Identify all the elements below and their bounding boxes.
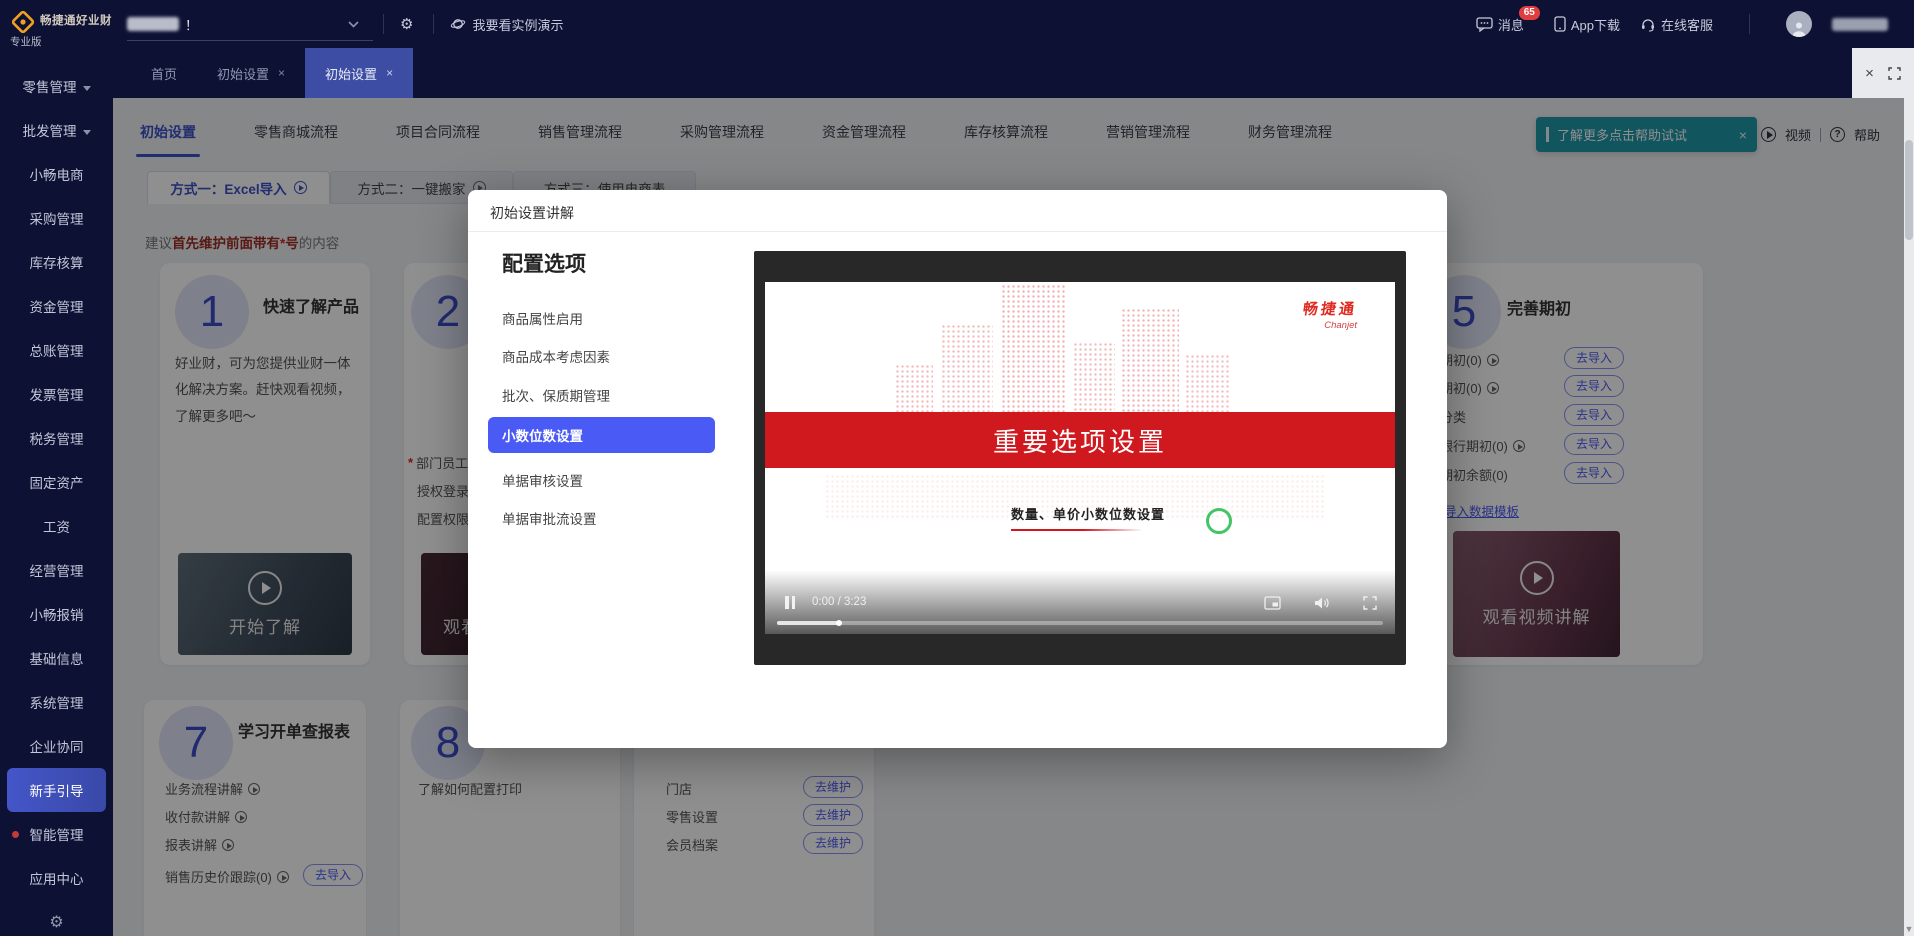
- video-time: 0:00 / 3:23: [812, 596, 867, 608]
- sidebar-item-ecommerce[interactable]: 小畅电商: [0, 152, 113, 196]
- option-batch-shelf-life[interactable]: 批次、保质期管理: [502, 385, 610, 405]
- brand-logo: 畅捷通好业财 专业版: [0, 0, 113, 56]
- greeting-suffix: ！: [185, 17, 199, 33]
- phone-icon: [1554, 16, 1566, 32]
- chevron-down-icon[interactable]: [348, 15, 359, 33]
- option-decimal-places-active[interactable]: 小数位数设置: [488, 417, 715, 453]
- sidebar-item-wholesale[interactable]: 批发管理: [0, 108, 113, 152]
- skyline-pattern: [941, 324, 993, 412]
- options-section-title: 配置选项: [502, 253, 586, 276]
- sidebar-item-invoice[interactable]: 发票管理: [0, 372, 113, 416]
- skyline-pattern: [895, 364, 933, 412]
- topbar: ！ ⚙ 我要看实例演示 消息 65 App下载 在线客服: [113, 0, 1914, 48]
- tab-home[interactable]: 首页: [131, 48, 197, 98]
- progress-fill: [777, 621, 839, 625]
- message-count-badge: 65: [1518, 5, 1540, 20]
- sidebar-item-inventory[interactable]: 库存核算: [0, 240, 113, 284]
- initial-settings-dialog: 初始设置讲解 配置选项 商品属性启用 商品成本考虑因素 批次、保质期管理 小数位…: [468, 190, 1447, 748]
- video-caption: 数量、单价小数位数设置: [1011, 504, 1165, 531]
- progress-knob[interactable]: [836, 620, 842, 626]
- divider: [1749, 14, 1750, 34]
- message-bubble-icon: [1476, 16, 1493, 32]
- planet-icon: [451, 19, 466, 29]
- sidebar: 畅捷通好业财 专业版 零售管理 批发管理 小畅电商 采购管理 库存核算 资金管理…: [0, 0, 113, 936]
- tabbar-controls: ×: [1852, 48, 1914, 98]
- sidebar-item-payroll[interactable]: 工资: [0, 504, 113, 548]
- brand-edition: 专业版: [10, 36, 42, 48]
- account-name-redacted: [127, 17, 179, 31]
- sidebar-item-basic-info[interactable]: 基础信息: [0, 636, 113, 680]
- sidebar-item-purchase[interactable]: 采购管理: [0, 196, 113, 240]
- dialog-header: 初始设置讲解: [468, 190, 1447, 232]
- video-controls: 0:00 / 3:23: [765, 570, 1395, 634]
- sidebar-item-expense[interactable]: 小畅报销: [0, 592, 113, 636]
- sidebar-item-smart-management[interactable]: 智能管理: [0, 812, 113, 856]
- chanjet-video-logo: 畅捷通 Chanjet: [1301, 301, 1359, 331]
- sidebar-settings-gear-icon[interactable]: ⚙: [0, 912, 113, 932]
- pause-button[interactable]: [785, 596, 795, 609]
- avatar[interactable]: [1786, 11, 1812, 37]
- tab-initial-settings-2[interactable]: 初始设置 ×: [305, 48, 414, 98]
- app-window: 畅捷通好业财 专业版 零售管理 批发管理 小畅电商 采购管理 库存核算 资金管理…: [0, 0, 1914, 936]
- option-product-cost-factors[interactable]: 商品成本考虑因素: [502, 346, 610, 366]
- sidebar-item-fixed-assets[interactable]: 固定资产: [0, 460, 113, 504]
- sidebar-item-funds[interactable]: 资金管理: [0, 284, 113, 328]
- scrollbar-thumb[interactable]: [1905, 140, 1913, 240]
- page-scrollbar[interactable]: ▼: [1904, 98, 1914, 936]
- sidebar-item-beginner-guide[interactable]: 新手引导: [7, 768, 106, 812]
- video-title-banner: 重要选项设置: [765, 412, 1395, 468]
- account-underline: [127, 40, 373, 41]
- demo-link[interactable]: 我要看实例演示: [450, 15, 563, 34]
- progress-bar[interactable]: [777, 620, 1383, 626]
- brand-name: 畅捷通好业财: [40, 15, 112, 27]
- window-tab-bar: 首页 初始设置 × 初始设置 ×: [113, 48, 1914, 98]
- option-doc-approval-flow[interactable]: 单据审批流设置: [502, 508, 597, 528]
- video-player: 畅捷通 Chanjet 重要选项设置 数量、单价小数位数设置 0:00 / 3:…: [754, 251, 1406, 665]
- close-tab-icon[interactable]: ×: [386, 66, 393, 80]
- divider: [383, 14, 385, 34]
- sidebar-item-tax[interactable]: 税务管理: [0, 416, 113, 460]
- headset-icon: [1641, 18, 1654, 32]
- sidebar-item-system[interactable]: 系统管理: [0, 680, 113, 724]
- green-circle-annotation: [1206, 508, 1232, 534]
- divider: [433, 14, 435, 34]
- app-download-button[interactable]: App下载: [1554, 15, 1620, 34]
- option-product-attributes[interactable]: 商品属性启用: [502, 308, 583, 328]
- online-service-button[interactable]: 在线客服: [1640, 15, 1713, 34]
- user-name-redacted: [1832, 17, 1888, 31]
- skyline-pattern: [1121, 308, 1179, 412]
- sidebar-item-app-center[interactable]: 应用中心: [0, 856, 113, 900]
- caption-underline: [1011, 529, 1143, 531]
- gear-icon[interactable]: ⚙: [400, 15, 413, 33]
- messages-button[interactable]: 消息 65: [1476, 5, 1540, 34]
- sidebar-item-operation[interactable]: 经营管理: [0, 548, 113, 592]
- tab-initial-settings-1[interactable]: 初始设置 ×: [197, 48, 305, 98]
- sidebar-item-retail[interactable]: 零售管理: [0, 64, 113, 108]
- video-screen[interactable]: 畅捷通 Chanjet 重要选项设置 数量、单价小数位数设置 0:00 / 3:…: [765, 282, 1395, 634]
- person-icon: [1792, 22, 1806, 37]
- maximize-icon[interactable]: [1888, 66, 1901, 80]
- skyline-pattern: [1073, 342, 1115, 412]
- close-icon[interactable]: ×: [1865, 65, 1874, 82]
- scrollbar-down-arrow[interactable]: ▼: [1904, 924, 1914, 934]
- dialog-title: 初始设置讲解: [490, 205, 574, 221]
- option-doc-audit[interactable]: 单据审核设置: [502, 470, 583, 490]
- sidebar-item-ledger[interactable]: 总账管理: [0, 328, 113, 372]
- volume-icon[interactable]: [1314, 596, 1330, 610]
- fullscreen-icon[interactable]: [1363, 596, 1377, 610]
- close-tab-icon[interactable]: ×: [278, 66, 285, 80]
- skyline-pattern: [1001, 284, 1065, 412]
- pip-icon[interactable]: [1264, 596, 1281, 610]
- skyline-pattern: [1185, 354, 1231, 412]
- sidebar-item-collaboration[interactable]: 企业协同: [0, 724, 113, 768]
